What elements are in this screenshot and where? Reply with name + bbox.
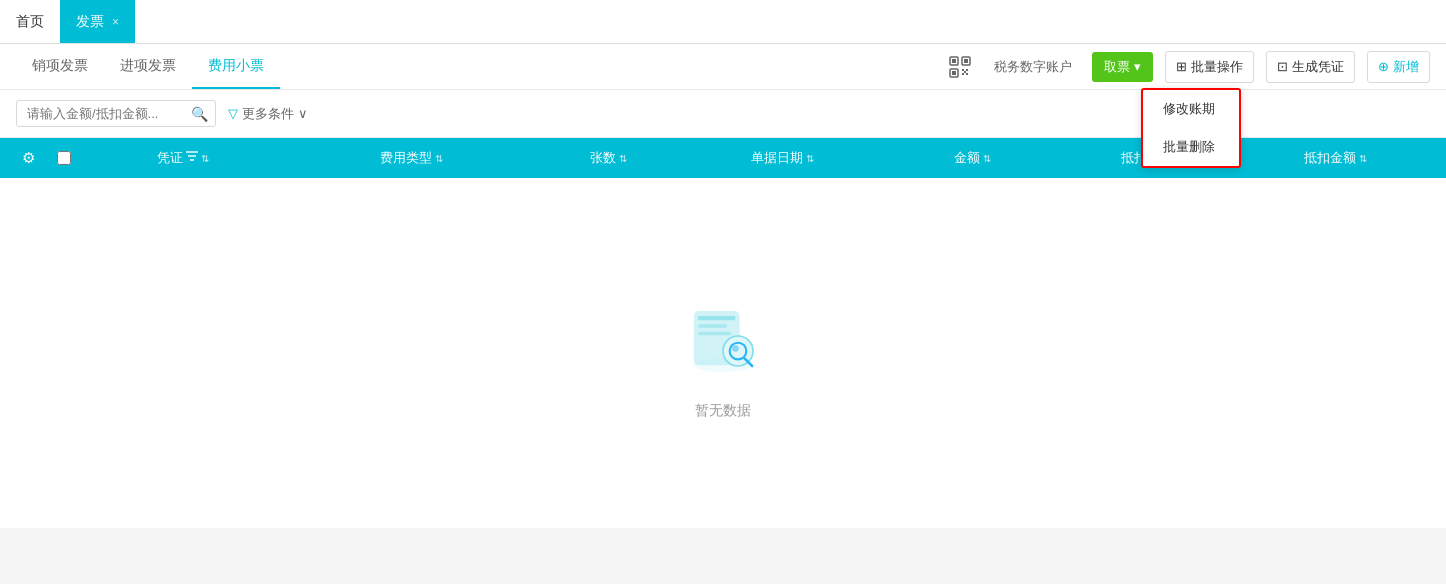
tab-sales[interactable]: 销项发票 <box>16 44 104 89</box>
add-button[interactable]: ⊕ 新增 <box>1367 51 1430 83</box>
dropdown-menu: 修改账期 批量删除 <box>1141 88 1241 168</box>
th-amount[interactable]: 金额 ⇅ <box>885 149 1059 167</box>
qr-icon[interactable] <box>946 53 974 81</box>
gen-voucher-button[interactable]: ⊡ 生成凭证 <box>1266 51 1355 83</box>
take-ticket-label: 取票 <box>1104 58 1130 76</box>
gen-voucher-label: 生成凭证 <box>1292 58 1344 76</box>
th-voucher-label: 凭证 <box>157 149 183 167</box>
svg-point-22 <box>732 345 739 352</box>
th-count[interactable]: 张数 ⇅ <box>538 149 680 167</box>
svg-rect-8 <box>962 73 964 75</box>
th-date[interactable]: 单据日期 ⇅ <box>680 149 885 167</box>
deduct-amount-sort-icon: ⇅ <box>1359 153 1367 164</box>
th-checkbox <box>48 151 80 165</box>
sub-tabs-right: 税务数字账户 取票 ▾ ⊞ 批量操作 ⊡ 生成凭证 ⊕ 新增 <box>946 51 1430 83</box>
svg-rect-10 <box>964 71 966 73</box>
more-filter-arrow: ∨ <box>298 106 308 121</box>
th-expense-type[interactable]: 费用类型 ⇅ <box>285 149 538 167</box>
amount-sort-icon: ⇅ <box>983 153 991 164</box>
empty-state-text: 暂无数据 <box>695 402 751 420</box>
search-input[interactable] <box>16 100 216 127</box>
filter-icon: ▽ <box>228 106 238 121</box>
top-nav: 首页 发票 × <box>0 0 1446 44</box>
main-content: 暂无数据 <box>0 178 1446 528</box>
take-ticket-button[interactable]: 取票 ▾ <box>1092 52 1153 82</box>
more-filter-button[interactable]: ▽ 更多条件 ∨ <box>228 105 308 123</box>
svg-rect-18 <box>698 332 731 335</box>
add-label: 新增 <box>1393 58 1419 76</box>
batch-op-label: 批量操作 <box>1191 58 1243 76</box>
sub-tabs-left: 销项发票 进项发票 费用小票 <box>16 44 280 89</box>
add-icon: ⊕ <box>1378 59 1389 74</box>
select-all-checkbox[interactable] <box>57 151 71 165</box>
dropdown-item-batch-delete[interactable]: 批量删除 <box>1143 128 1239 166</box>
nav-tab-invoice[interactable]: 发票 × <box>60 0 135 43</box>
count-sort-icon: ⇅ <box>619 153 627 164</box>
tax-account-button[interactable]: 税务数字账户 <box>986 58 1080 76</box>
svg-marker-12 <box>188 155 196 157</box>
tab-input[interactable]: 进项发票 <box>104 44 192 89</box>
tab-expense[interactable]: 费用小票 <box>192 44 280 89</box>
date-sort-icon: ⇅ <box>806 153 814 164</box>
svg-rect-1 <box>952 59 956 63</box>
nav-tab-close[interactable]: × <box>112 15 119 29</box>
svg-rect-16 <box>698 316 736 320</box>
th-deduct-amount[interactable]: 抵扣金额 ⇅ <box>1233 149 1438 167</box>
search-input-wrap: 🔍 <box>16 100 216 127</box>
svg-rect-17 <box>698 324 727 327</box>
th-amount-label: 金额 <box>954 149 980 167</box>
dropdown-item-modify-period[interactable]: 修改账期 <box>1143 90 1239 128</box>
empty-state-icon <box>673 286 773 386</box>
batch-op-button[interactable]: ⊞ 批量操作 <box>1165 51 1254 83</box>
th-voucher[interactable]: 凭证 ⇅ <box>80 149 285 167</box>
nav-tab-label: 发票 <box>76 13 104 31</box>
th-expense-type-label: 费用类型 <box>380 149 432 167</box>
svg-rect-6 <box>962 69 964 71</box>
take-ticket-arrow: ▾ <box>1134 59 1141 74</box>
voucher-sort-icon: ⇅ <box>201 153 209 164</box>
th-deduct-amount-label: 抵扣金额 <box>1304 149 1356 167</box>
voucher-filter-icon <box>186 151 198 165</box>
svg-rect-9 <box>966 73 968 75</box>
nav-home[interactable]: 首页 <box>0 0 60 43</box>
sub-tabs: 销项发票 进项发票 费用小票 税务数字 <box>0 44 1446 90</box>
more-filter-label: 更多条件 <box>242 105 294 123</box>
svg-marker-13 <box>190 159 194 161</box>
th-date-label: 单据日期 <box>751 149 803 167</box>
svg-rect-5 <box>952 71 956 75</box>
svg-rect-3 <box>964 59 968 63</box>
svg-rect-7 <box>966 69 968 71</box>
settings-icon[interactable]: ⚙ <box>22 149 35 167</box>
expense-type-sort-icon: ⇅ <box>435 153 443 164</box>
search-icon[interactable]: 🔍 <box>191 106 208 122</box>
svg-marker-11 <box>186 151 198 153</box>
th-settings: ⚙ <box>8 149 48 167</box>
page-wrapper: 首页 发票 × 销项发票 进项发票 费用小票 <box>0 0 1446 584</box>
gen-voucher-icon: ⊡ <box>1277 59 1288 74</box>
th-count-label: 张数 <box>590 149 616 167</box>
batch-op-icon: ⊞ <box>1176 59 1187 74</box>
